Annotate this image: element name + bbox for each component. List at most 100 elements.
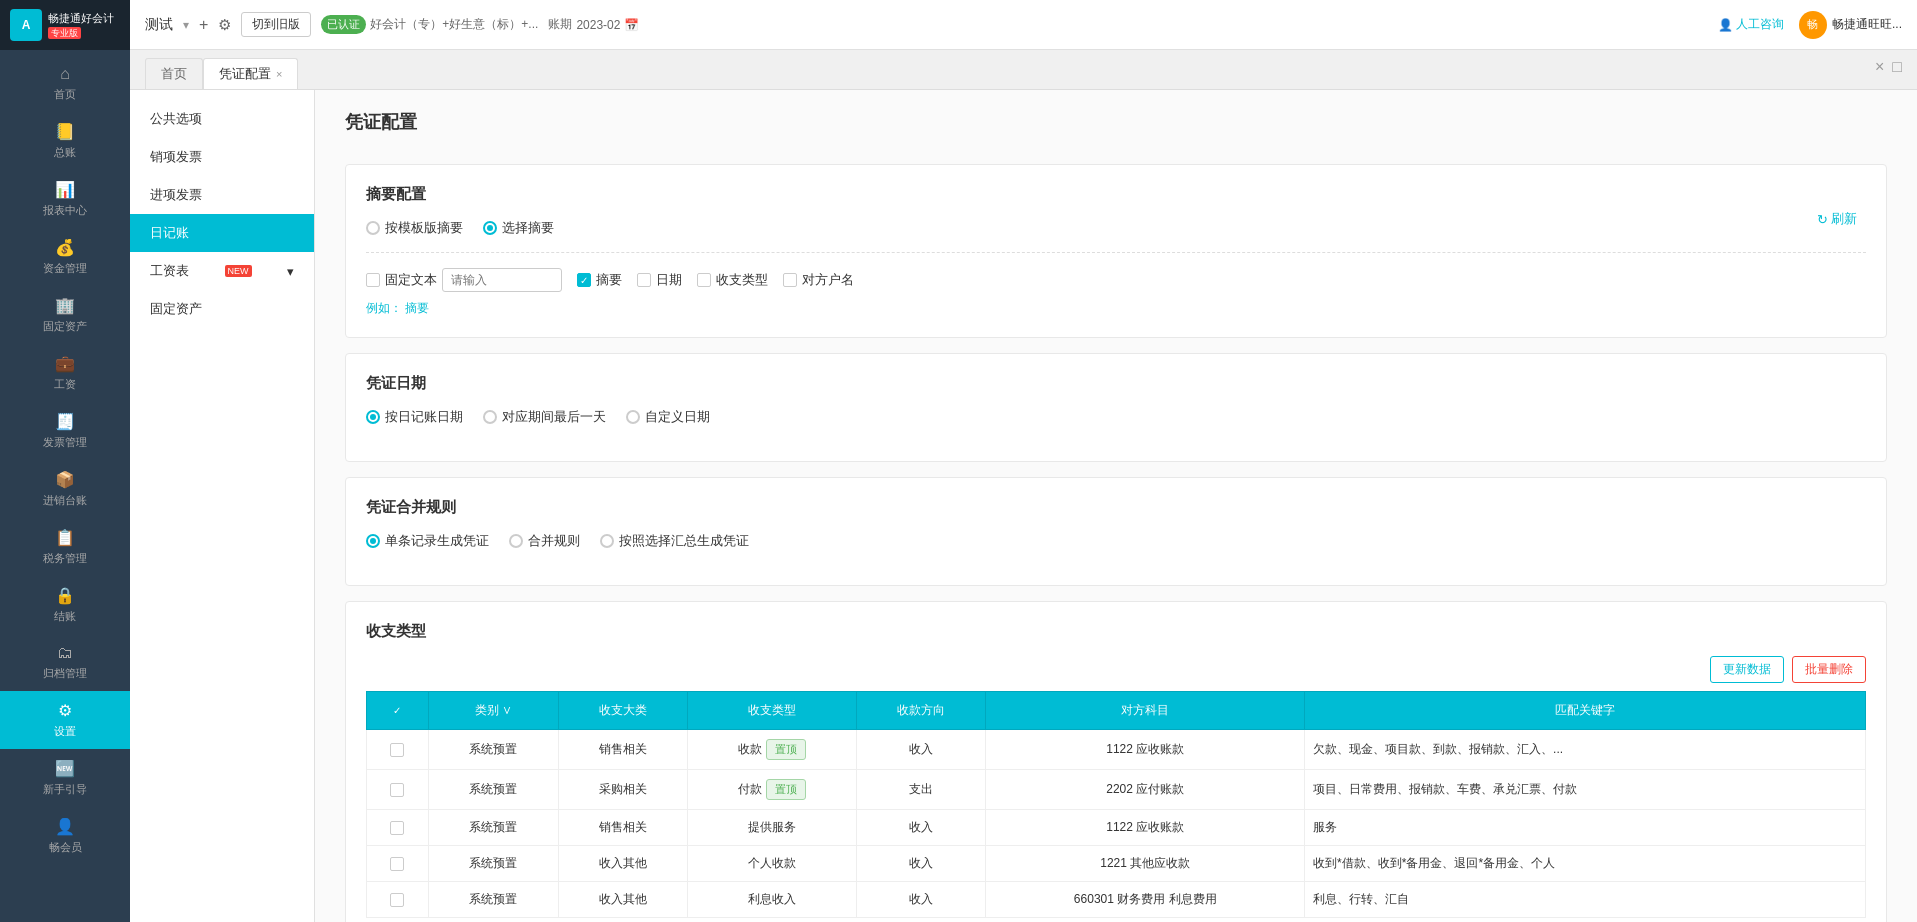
radio-label: 选择摘要 <box>502 219 554 237</box>
close-window-btn[interactable]: × <box>1875 58 1884 76</box>
app-logo: A 畅捷通好会计 专业版 <box>0 0 130 50</box>
col-header-5: 对方科目 <box>986 692 1305 730</box>
status-badge-area: 已认证 好会计（专）+好生意（标）+... <box>321 15 538 34</box>
archive-icon: 🗂 <box>57 644 73 662</box>
tab-凭证配置[interactable]: 凭证配置× <box>203 58 298 89</box>
merge-section: 凭证合并规则 单条记录生成凭证合并规则按照选择汇总生成凭证 <box>345 477 1887 586</box>
col-header-3: 收支类型 <box>688 692 856 730</box>
merge-radio[interactable]: 按照选择汇总生成凭证 <box>600 532 749 550</box>
merge-radio[interactable]: 单条记录生成凭证 <box>366 532 489 550</box>
sidebar-item-salary[interactable]: 💼工资 <box>0 344 130 402</box>
left-menu-工资表[interactable]: 工资表 NEW ▾ <box>130 252 314 290</box>
checkbox-box[interactable]: ✓ <box>577 273 591 287</box>
fixed-text-item: 固定文本 <box>366 268 562 292</box>
summary-radio[interactable]: 选择摘要 <box>483 219 554 237</box>
new-badge: NEW <box>225 265 252 277</box>
date-radio[interactable]: 按日记账日期 <box>366 408 463 426</box>
sidebar-item-assets[interactable]: 🏢固定资产 <box>0 286 130 344</box>
tabbar: 首页凭证配置× <box>130 50 1917 90</box>
left-menu-进项发票[interactable]: 进项发票 <box>130 176 314 214</box>
tab-首页[interactable]: 首页 <box>145 58 203 89</box>
service-btn[interactable]: 👤 人工咨询 <box>1718 16 1784 33</box>
left-menu-固定资产[interactable]: 固定资产 <box>130 290 314 328</box>
settings-icon: ⚙ <box>58 701 72 720</box>
product-badge-text: 好会计（专）+好生意（标）+... <box>370 16 538 33</box>
sidebar-item-report[interactable]: 📊报表中心 <box>0 170 130 228</box>
summary-title: 摘要配置 <box>366 185 1866 204</box>
switch-version-btn[interactable]: 切到旧版 <box>241 12 311 37</box>
left-menu-label: 进项发票 <box>150 186 202 204</box>
sidebar-item-invoice[interactable]: 🧾发票管理 <box>0 402 130 460</box>
summary-checkbox-row: 固定文本 ✓ 摘要日期收支类型对方户名 <box>366 268 1866 292</box>
sidebar-item-fund[interactable]: 💰资金管理 <box>0 228 130 286</box>
summary-radio[interactable]: 按模板版摘要 <box>366 219 463 237</box>
col-header-6: 匹配关键字 <box>1305 692 1866 730</box>
radio-circle <box>600 534 614 548</box>
table-cell: 660301 财务费用 利息费用 <box>986 882 1305 918</box>
topbar-gear-btn[interactable]: ⚙ <box>218 16 231 34</box>
date-section: 凭证日期 按日记账日期对应期间最后一天自定义日期 <box>345 353 1887 462</box>
checkbox-对方户名[interactable]: 对方户名 <box>783 271 854 289</box>
tab-close-btn[interactable]: × <box>276 68 282 80</box>
sidebar-item-tax[interactable]: 📋税务管理 <box>0 518 130 576</box>
top-tag-btn[interactable]: 置顶 <box>766 779 806 800</box>
left-menu-label: 工资表 <box>150 262 189 280</box>
update-data-btn[interactable]: 更新数据 <box>1710 656 1784 683</box>
sidebar-item-settings[interactable]: ⚙设置 <box>0 691 130 749</box>
expand-arrow: ▾ <box>287 264 294 279</box>
radio-label: 合并规则 <box>528 532 580 550</box>
type-cell: 个人收款 <box>688 846 856 882</box>
topbar-dropdown-arrow[interactable]: ▾ <box>183 18 189 32</box>
fixed-text-input[interactable] <box>442 268 562 292</box>
batch-delete-btn[interactable]: 批量删除 <box>1792 656 1866 683</box>
select-all-checkbox[interactable]: ✓ <box>390 704 404 718</box>
col-header-1: 类别 ∨ <box>428 692 558 730</box>
table-cell: 采购相关 <box>558 770 688 810</box>
sidebar-item-member[interactable]: 👤畅会员 <box>0 807 130 865</box>
top-tag-btn[interactable]: 置顶 <box>766 739 806 760</box>
sidebar-item-purchase[interactable]: 📦进销台账 <box>0 460 130 518</box>
checkbox-日期[interactable]: 日期 <box>637 271 682 289</box>
sidebar-item-guide[interactable]: 🆕新手引导 <box>0 749 130 807</box>
guide-icon: 🆕 <box>55 759 75 778</box>
tab-label: 首页 <box>161 65 187 83</box>
table-row: 系统预置销售相关收款 置顶收入1122 应收账款欠款、现金、项目款、到款、报销款… <box>367 730 1866 770</box>
checkbox-box[interactable] <box>783 273 797 287</box>
checkbox-收支类型[interactable]: 收支类型 <box>697 271 768 289</box>
table-cell: 系统预置 <box>428 770 558 810</box>
date-radio[interactable]: 对应期间最后一天 <box>483 408 606 426</box>
refresh-btn[interactable]: ↻ 刷新 <box>1817 210 1857 228</box>
maximize-window-btn[interactable]: □ <box>1892 58 1902 76</box>
fund-icon: 💰 <box>55 238 75 257</box>
certified-badge: 已认证 <box>321 15 366 34</box>
fixed-text-checkbox[interactable] <box>366 273 380 287</box>
checkbox-摘要[interactable]: ✓ 摘要 <box>577 271 622 289</box>
radio-circle <box>483 410 497 424</box>
left-menu-label: 日记账 <box>150 224 189 242</box>
left-menu-公共选项[interactable]: 公共选项 <box>130 100 314 138</box>
left-menu-销项发票[interactable]: 销项发票 <box>130 138 314 176</box>
row-checkbox[interactable] <box>390 743 404 757</box>
row-checkbox[interactable] <box>390 783 404 797</box>
topbar-add-btn[interactable]: + <box>199 16 208 34</box>
checkbox-box[interactable] <box>697 273 711 287</box>
table-cell: 收入 <box>856 810 986 846</box>
left-menu-日记账[interactable]: 日记账 <box>130 214 314 252</box>
left-menu-label: 销项发票 <box>150 148 202 166</box>
merge-radio[interactable]: 合并规则 <box>509 532 580 550</box>
date-radio[interactable]: 自定义日期 <box>626 408 710 426</box>
income-table: ✓类别 ∨收支大类收支类型收款方向对方科目匹配关键字系统预置销售相关收款 置顶收… <box>366 691 1866 918</box>
sidebar-item-ledger[interactable]: 📒总账 <box>0 112 130 170</box>
row-checkbox[interactable] <box>390 821 404 835</box>
sidebar-item-close[interactable]: 🔒结账 <box>0 576 130 634</box>
table-cell: 欠款、现金、项目款、到款、报销款、汇入、... <box>1305 730 1866 770</box>
sidebar-item-home[interactable]: ⌂首页 <box>0 55 130 112</box>
salary-icon: 💼 <box>55 354 75 373</box>
checkbox-label: 摘要 <box>596 271 622 289</box>
row-checkbox[interactable] <box>390 857 404 871</box>
checkbox-box[interactable] <box>637 273 651 287</box>
topbar-title: 测试 <box>145 16 173 34</box>
table-row: 系统预置收入其他利息收入收入660301 财务费用 利息费用利息、行转、汇自 <box>367 882 1866 918</box>
sidebar-item-archive[interactable]: 🗂归档管理 <box>0 634 130 691</box>
row-checkbox[interactable] <box>390 893 404 907</box>
